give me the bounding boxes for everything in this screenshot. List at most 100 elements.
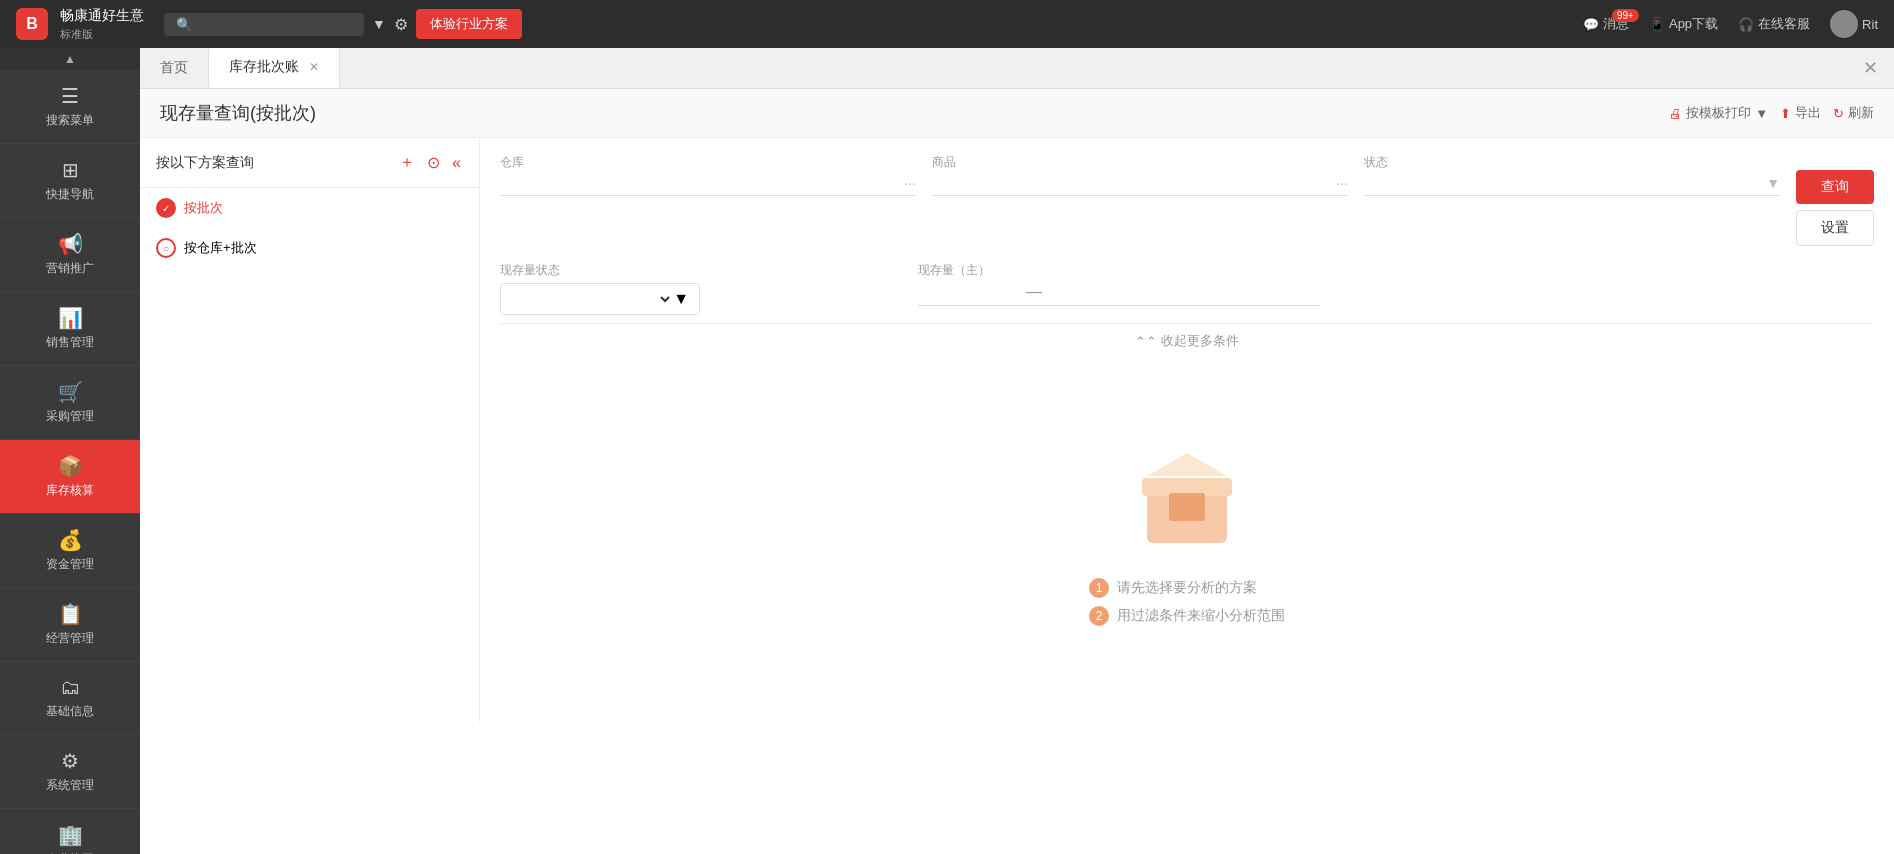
tab-home-label: 首页 [160,59,188,77]
warehouse-input[interactable] [500,175,904,191]
sidebar-item-marketing[interactable]: 📢 营销推广 [0,218,140,292]
stock-status-field: 现存量状态 ▼ [500,262,902,315]
status-dropdown-icon[interactable]: ▼ [1766,175,1780,191]
sidebar-item-search[interactable]: ☰ 搜索菜单 [0,70,140,144]
goods-input[interactable] [932,175,1336,191]
sidebar-item-label-system: 系统管理 [46,777,94,794]
stock-main-from[interactable] [918,284,1018,300]
warehouse-input-wrapper: ··· [500,175,916,196]
sidebar-item-purchase[interactable]: 🛒 采购管理 [0,366,140,440]
sidebar-item-operation[interactable]: 📋 经营管理 [0,588,140,662]
header-left: B 畅康通好生意 标准版 [16,7,144,42]
marketing-icon: 📢 [58,232,83,256]
scheme-label-by-warehouse-batch: 按仓库+批次 [184,239,257,257]
goods-field: 商品 ··· [932,154,1348,196]
headset-icon: 🎧 [1738,17,1754,32]
page-title: 现存量查询(按批次) [160,101,316,125]
filter-scheme-title: 按以下方案查询 [156,154,254,172]
dropdown-button[interactable]: ▼ [372,16,386,32]
goods-label: 商品 [932,154,1348,171]
top-search-bar[interactable]: 🔍 [164,13,364,36]
filter-scheme-panel: 按以下方案查询 ＋ ⊙ « ✓ 按批次 ○ 按仓库+批次 [140,138,480,722]
brand-info: 畅康通好生意 标准版 [60,7,144,42]
brand-version: 标准版 [60,27,144,42]
quick-nav-icon: ⊞ [62,158,79,182]
sidebar-item-basic[interactable]: 🗂 基础信息 [0,662,140,735]
warehouse-more-icon[interactable]: ··· [904,175,916,191]
print-template-btn[interactable]: 🖨 按模板打印 ▼ [1669,104,1768,122]
user-avatar [1830,10,1858,38]
tab-inventory-batch-label: 库存批次账 [229,58,299,76]
online-service-action[interactable]: 🎧 在线客服 [1738,15,1810,33]
tab-bar: 首页 库存批次账 ✕ ✕ [140,48,1894,89]
sidebar-item-finance[interactable]: 💰 资金管理 [0,514,140,588]
main-layout: ▲ ☰ 搜索菜单 ⊞ 快捷导航 📢 营销推广 📊 销售管理 🛒 采购管理 📦 库… [0,48,1894,854]
empty-steps: 1 请先选择要分析的方案 2 用过滤条件来缩小分析范围 [1089,578,1285,626]
export-btn[interactable]: ⬆ 导出 [1780,104,1821,122]
header-center: 🔍 ▼ ⚙ 体验行业方案 [164,9,1563,39]
empty-step-2-text: 用过滤条件来缩小分析范围 [1117,607,1285,625]
warehouse-label: 仓库 [500,154,916,171]
sidebar-item-quick-nav[interactable]: ⊞ 快捷导航 [0,144,140,218]
status-field: 状态 ▼ [1364,154,1780,196]
settings-filter-button[interactable]: 设置 [1796,210,1874,246]
stock-main-dash: — [1026,283,1042,301]
sidebar-scroll-up[interactable]: ▲ [0,48,140,70]
collapse-scheme-btn[interactable]: « [450,152,463,174]
message-action[interactable]: 💬 消息 99+ [1583,15,1629,33]
export-label: 导出 [1795,104,1821,122]
goods-input-wrapper: ··· [932,175,1348,196]
collapse-more-btn[interactable]: ⌃⌃ 收起更多条件 [1135,332,1239,350]
sales-icon: 📊 [58,306,83,330]
tab-inventory-batch[interactable]: 库存批次账 ✕ [209,48,340,88]
sidebar-item-label-quick-nav: 快捷导航 [46,186,94,203]
settings-button[interactable]: ⚙ [394,15,408,34]
purchase-icon: 🛒 [58,380,83,404]
collapse-up-icon: ⌃⌃ [1135,334,1157,349]
tab-close-icon[interactable]: ✕ [309,60,319,74]
finance-icon: 💰 [58,528,83,552]
export-icon: ⬆ [1780,106,1791,121]
app-download-action[interactable]: 📱 App下载 [1649,15,1718,33]
user-profile-action[interactable]: Rit [1830,10,1878,38]
scheme-item-by-batch[interactable]: ✓ 按批次 [140,188,479,228]
stock-status-label: 现存量状态 [500,262,902,279]
goods-more-icon[interactable]: ··· [1336,175,1348,191]
sidebar-item-sales[interactable]: 📊 销售管理 [0,292,140,366]
experience-button[interactable]: 体验行业方案 [416,9,522,39]
sidebar-item-system[interactable]: ⚙ 系统管理 [0,735,140,809]
tab-panel-close-btn[interactable]: ✕ [1863,57,1878,79]
sidebar-item-label-basic: 基础信息 [46,703,94,720]
stock-main-range: — [918,283,1320,306]
search-menu-icon: ☰ [61,84,79,108]
stock-main-field: 现存量（主） — [918,262,1320,306]
scheme-active-icon: ✓ [156,198,176,218]
app-download-label: App下载 [1669,15,1718,33]
refresh-icon: ↻ [1833,106,1844,121]
filter-scheme-header: 按以下方案查询 ＋ ⊙ « [140,138,479,188]
page-header-actions: 🖨 按模板打印 ▼ ⬆ 导出 ↻ 刷新 [1669,104,1874,122]
content-area: 首页 库存批次账 ✕ ✕ 现存量查询(按批次) 🖨 按模板打印 ▼ [140,48,1894,854]
message-badge: 99+ [1612,9,1639,22]
status-label: 状态 [1364,154,1780,171]
tab-home[interactable]: 首页 [140,49,209,87]
sidebar-item-enterprise[interactable]: 🏢 企业协同 [0,809,140,854]
scheme-item-by-warehouse-batch[interactable]: ○ 按仓库+批次 [140,228,479,268]
status-input-wrapper: ▼ [1364,175,1780,196]
stock-main-to[interactable] [1050,284,1150,300]
step-num-2: 2 [1089,606,1109,626]
empty-svg [1127,438,1247,558]
settings-scheme-btn[interactable]: ⊙ [425,151,442,174]
query-button[interactable]: 查询 [1796,170,1874,204]
top-header: B 畅康通好生意 标准版 🔍 ▼ ⚙ 体验行业方案 💬 消息 99+ 📱 App… [0,0,1894,48]
print-dropdown-icon: ▼ [1755,106,1768,121]
filter-fields-panel: 仓库 ··· 商品 ··· [480,138,1894,722]
user-name: Rit [1862,17,1878,32]
status-input[interactable] [1364,175,1766,191]
stock-status-dropdown-icon: ▼ [673,290,689,308]
stock-status-select[interactable] [511,291,673,308]
sidebar-item-inventory[interactable]: 📦 库存核算 [0,440,140,514]
collapse-label: 收起更多条件 [1161,332,1239,350]
refresh-btn[interactable]: ↻ 刷新 [1833,104,1874,122]
add-scheme-btn[interactable]: ＋ [397,150,417,175]
